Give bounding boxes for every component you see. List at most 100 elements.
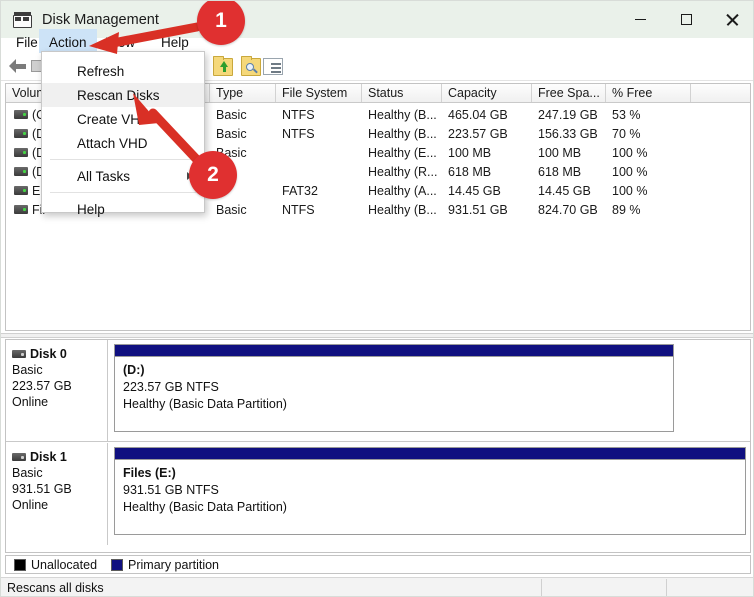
cell-file-system (282, 143, 362, 162)
legend-label-unallocated: Unallocated (31, 557, 98, 572)
cell-status: Healthy (A... (368, 183, 437, 198)
back-arrow-icon[interactable] (9, 59, 26, 74)
action-dropdown-menu: Refresh Rescan Disks Create VHD Attach V… (41, 51, 205, 217)
cell-file-system (282, 162, 362, 181)
cell-type: Basic (216, 107, 247, 122)
disk-block-1: Disk 1 Basic 931.51 GB Online Files (E:)… (6, 443, 750, 545)
partition-box-0[interactable]: (D:) 223.57 GB NTFS Healthy (Basic Data … (114, 344, 674, 432)
cell-percent-free: 89 % (612, 202, 641, 217)
cell-status: Healthy (B... (368, 202, 437, 217)
volume-icon (14, 129, 28, 138)
menu-item-help[interactable]: Help (42, 197, 204, 221)
partition-details-1: Files (E:) 931.51 GB NTFS Healthy (Basic… (115, 460, 745, 516)
cell-file-system: FAT32 (282, 183, 318, 198)
cell-status: Healthy (E... (368, 145, 437, 160)
disk-state-0: Online (12, 395, 49, 409)
legend-swatch-unallocated (14, 558, 26, 571)
status-bar: Rescans all disks (1, 577, 753, 596)
cell-free-space: 100 MB (538, 145, 582, 160)
cell-status: Healthy (R... (368, 164, 438, 179)
disk-kind-0: Basic (12, 363, 43, 377)
cell-percent-free: 53 % (612, 107, 641, 122)
status-bar-divider (666, 579, 667, 596)
disk-kind-1: Basic (12, 466, 43, 480)
up-arrow-stem (223, 66, 226, 72)
cell-status: Healthy (B... (368, 126, 437, 141)
cell-type: Basic (216, 126, 247, 141)
volume-icon (14, 186, 28, 195)
cell-percent-free: 70 % (612, 126, 641, 141)
disk-name-0: Disk 0 (12, 346, 107, 362)
cell-free-space: 14.45 GB (538, 183, 591, 198)
minimize-button[interactable] (617, 1, 663, 38)
partition-label-1: Files (E:) (123, 466, 176, 480)
cell-free-space: 824.70 GB (538, 202, 598, 217)
partition-box-1[interactable]: Files (E:) 931.51 GB NTFS Healthy (Basic… (114, 447, 746, 535)
column-header-free-space[interactable]: Free Spa... (532, 84, 606, 102)
disk-name-label-0: Disk 0 (30, 347, 67, 361)
cell-file-system: NTFS (282, 107, 315, 122)
cell-free-space: 247.19 GB (538, 107, 598, 122)
panel-splitter[interactable] (1, 333, 753, 338)
volume-icon (14, 148, 28, 157)
column-header-type[interactable]: Type (210, 84, 276, 102)
cell-free-space: 156.33 GB (538, 126, 598, 141)
menu-item-create-vhd[interactable]: Create VHD (42, 107, 204, 131)
cell-type: Basic (216, 202, 247, 217)
cell-capacity: 223.57 GB (448, 126, 508, 141)
volume-icon (14, 110, 28, 119)
disk-management-icon (13, 11, 32, 28)
disk-graphic-panel: Disk 0 Basic 223.57 GB Online (D:) 223.5… (5, 339, 751, 553)
menu-item-attach-vhd[interactable]: Attach VHD (42, 131, 204, 155)
disk-info-1[interactable]: Disk 1 Basic 931.51 GB Online (6, 443, 108, 545)
volume-icon (14, 167, 28, 176)
partition-size-fs-1: 931.51 GB NTFS (123, 483, 219, 497)
volume-icon (14, 205, 28, 214)
cell-percent-free: 100 % (612, 145, 648, 160)
disk-icon (12, 350, 26, 358)
legend-bar: Unallocated Primary partition (5, 555, 751, 574)
close-button[interactable] (709, 1, 753, 38)
disk-block-0: Disk 0 Basic 223.57 GB Online (D:) 223.5… (6, 340, 750, 442)
properties-list-icon[interactable] (263, 58, 283, 75)
cell-capacity: 14.45 GB (448, 183, 501, 198)
disk-name-1: Disk 1 (12, 449, 107, 465)
annotation-badge-2: 2 (189, 151, 237, 199)
column-header-capacity[interactable]: Capacity (442, 84, 532, 102)
partition-size-fs-0: 223.57 GB NTFS (123, 380, 219, 394)
menu-separator (50, 159, 196, 160)
status-bar-divider (541, 579, 542, 596)
column-header-file-system[interactable]: File System (276, 84, 362, 102)
column-header-percent-free[interactable]: % Free (606, 84, 691, 102)
legend-label-primary: Primary partition (128, 557, 220, 572)
maximize-button[interactable] (663, 1, 709, 38)
legend-swatch-primary (111, 558, 124, 571)
menu-item-rescan-disks[interactable]: Rescan Disks (42, 83, 204, 107)
partition-label-0: (D:) (123, 363, 145, 377)
partition-color-bar-0 (115, 345, 673, 357)
cell-status: Healthy (B... (368, 107, 437, 122)
menu-item-refresh[interactable]: Refresh (42, 59, 204, 83)
status-bar-text: Rescans all disks (7, 581, 104, 595)
maximize-icon (680, 14, 692, 25)
cell-capacity: 618 MB (448, 164, 492, 179)
partition-status-1: Healthy (Basic Data Partition) (123, 500, 287, 514)
cell-percent-free: 100 % (612, 183, 648, 198)
partition-details-0: (D:) 223.57 GB NTFS Healthy (Basic Data … (115, 357, 673, 413)
cell-capacity: 465.04 GB (448, 107, 508, 122)
minimize-icon (634, 18, 646, 21)
disk-info-0[interactable]: Disk 0 Basic 223.57 GB Online (6, 340, 108, 441)
close-icon (726, 13, 739, 26)
menu-item-all-tasks[interactable]: All Tasks (42, 164, 204, 188)
partition-color-bar-1 (115, 448, 745, 460)
column-header-status[interactable]: Status (362, 84, 442, 102)
disk-size-0: 223.57 GB (12, 379, 72, 393)
cell-capacity: 931.51 GB (448, 202, 508, 217)
menu-item-all-tasks-label: All Tasks (77, 168, 131, 184)
disk-name-label-1: Disk 1 (30, 450, 67, 464)
disk-icon (12, 453, 26, 461)
column-header-filler (691, 84, 750, 102)
partition-status-0: Healthy (Basic Data Partition) (123, 397, 287, 411)
menu-separator (50, 192, 196, 193)
disk-size-1: 931.51 GB (12, 482, 72, 496)
